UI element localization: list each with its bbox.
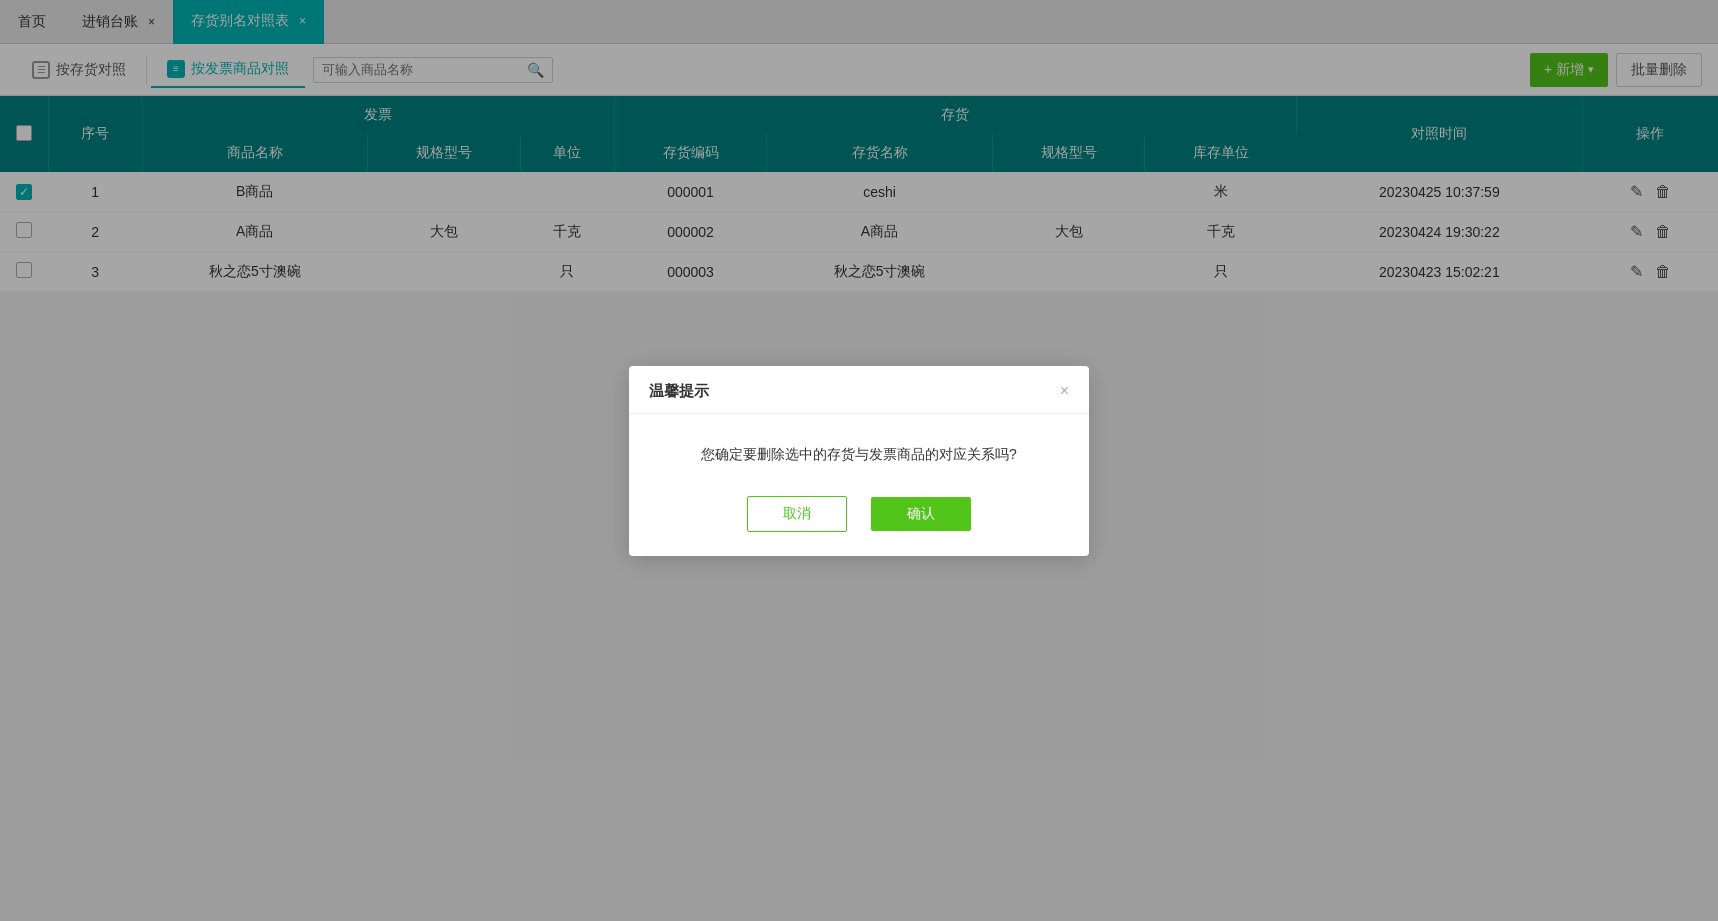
confirm-dialog: 温馨提示 × 您确定要删除选中的存货与发票商品的对应关系吗? 取消 确认 — [629, 366, 1089, 556]
dialog-body: 您确定要删除选中的存货与发票商品的对应关系吗? — [629, 414, 1089, 484]
dialog-cancel-button[interactable]: 取消 — [747, 496, 847, 532]
dialog-header: 温馨提示 × — [629, 366, 1089, 414]
dialog-message: 您确定要删除选中的存货与发票商品的对应关系吗? — [701, 446, 1017, 462]
dialog-close-button[interactable]: × — [1060, 382, 1069, 400]
dialog-cancel-label: 取消 — [783, 505, 811, 521]
modal-overlay: 温馨提示 × 您确定要删除选中的存货与发票商品的对应关系吗? 取消 确认 — [0, 0, 1718, 921]
dialog-confirm-button[interactable]: 确认 — [871, 497, 971, 531]
dialog-footer: 取消 确认 — [629, 484, 1089, 556]
dialog-title: 温馨提示 — [649, 382, 709, 401]
dialog-confirm-label: 确认 — [907, 505, 935, 521]
